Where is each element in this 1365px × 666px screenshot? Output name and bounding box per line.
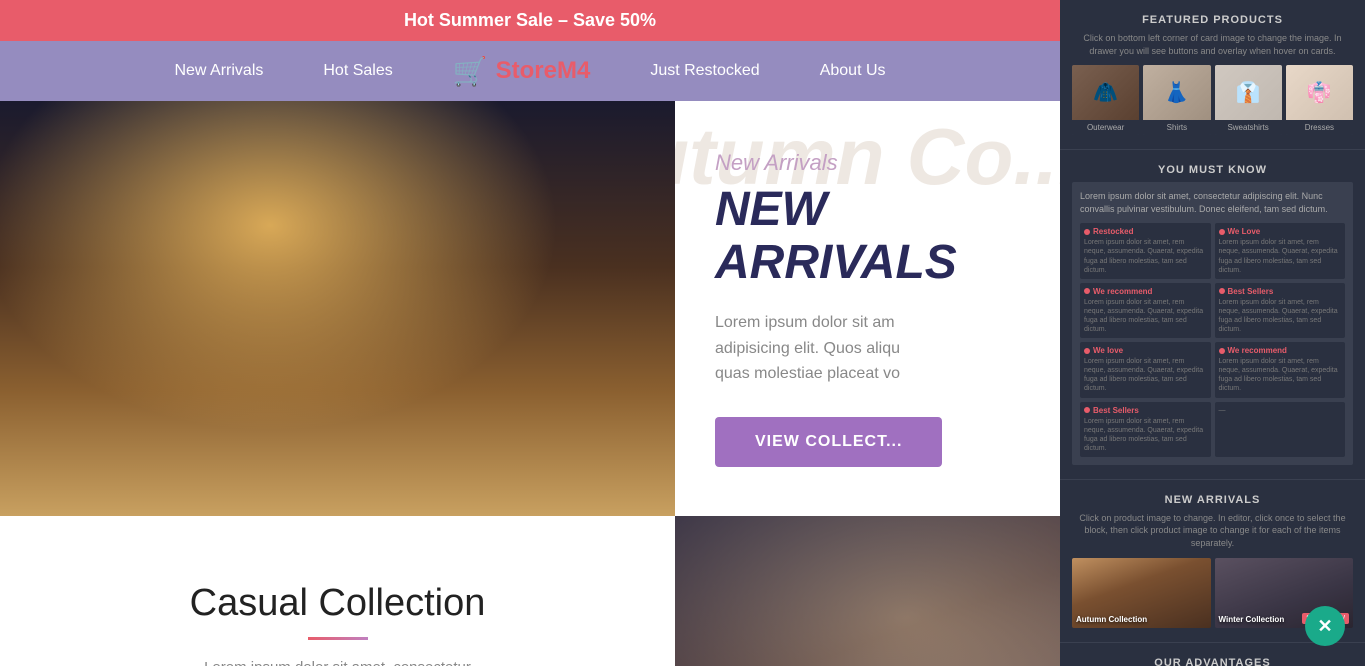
ymk-grid-2: We love Lorem ipsum dolor sit amet, rem … <box>1080 342 1345 457</box>
right-panel[interactable]: FEATURED PRODUCTS Click on bottom left c… <box>1060 0 1365 666</box>
cart-icon: 🛒 <box>453 55 488 88</box>
navbar: New Arrivals Hot Sales 🛒 StoreM4 Just Re… <box>0 41 1060 101</box>
nav-hot-sales[interactable]: Hot Sales <box>323 62 392 80</box>
casual-image-overlay <box>675 516 1060 666</box>
ymk-we-recommend: We recommend Lorem ipsum dolor sit amet,… <box>1080 283 1211 338</box>
ymk-restocked: Restocked Lorem ipsum dolor sit amet, re… <box>1080 223 1211 278</box>
casual-divider <box>308 637 368 640</box>
our-advantages-title: OUR ADVANTAGES <box>1072 657 1353 666</box>
hero-content: Autumn Co... New Arrivals NEWARRIVALS Lo… <box>675 101 1060 516</box>
view-collection-button[interactable]: VIEW COLLECT... <box>715 417 942 467</box>
casual-title: Casual Collection <box>190 582 486 625</box>
featured-products-subtitle: Click on bottom left corner of card imag… <box>1072 32 1353 57</box>
bottom-section: Casual Collection Lorem ipsum dolor sit … <box>0 516 1060 666</box>
you-must-know-section: YOU MUST KNOW Lorem ipsum dolor sit amet… <box>1060 150 1365 480</box>
ymk-we-recommend-2: We recommend Lorem ipsum dolor sit amet,… <box>1215 342 1346 397</box>
hero-person-bg <box>0 101 675 516</box>
ymk-header-text: Lorem ipsum dolor sit amet, consectetur … <box>1080 190 1345 215</box>
navbar-links: New Arrivals Hot Sales 🛒 StoreM4 Just Re… <box>174 55 885 88</box>
ymk-we-love: We Love Lorem ipsum dolor sit amet, rem … <box>1215 223 1346 278</box>
nav-logo[interactable]: 🛒 StoreM4 <box>453 55 591 88</box>
logo-text: StoreM4 <box>496 57 591 85</box>
featured-products-title: FEATURED PRODUCTS <box>1072 14 1353 26</box>
casual-description: Lorem ipsum dolor sit amet, consectetur … <box>186 656 489 666</box>
na-winter-label: Winter Collection <box>1219 615 1285 624</box>
new-arrivals-title: NEW ARRIVALS <box>1072 494 1353 506</box>
ymk-content: Lorem ipsum dolor sit amet, consectetur … <box>1072 182 1353 465</box>
promo-banner[interactable]: Hot Summer Sale – Save 50% <box>0 0 1060 41</box>
hero-image <box>0 101 675 516</box>
ymk-grid: Restocked Lorem ipsum dolor sit amet, re… <box>1080 223 1345 338</box>
hero-tagline: New Arrivals <box>715 150 838 176</box>
hero-subtitle: NEWARRIVALS <box>715 184 957 290</box>
hero-section: Autumn Co... New Arrivals NEWARRIVALS Lo… <box>0 101 1060 516</box>
casual-image <box>675 516 1060 666</box>
na-autumn[interactable]: Autumn Collection <box>1072 558 1211 628</box>
new-arrivals-subtitle: Click on product image to change. In edi… <box>1072 512 1353 550</box>
nav-about-us[interactable]: About Us <box>820 62 886 80</box>
fp-label-shirts: Shirts <box>1143 120 1210 135</box>
ymk-placeholder: — <box>1215 402 1346 457</box>
fp-label-sweatshirts: Sweatshirts <box>1215 120 1282 135</box>
fp-item-sweatshirts[interactable]: 👔 Sweatshirts <box>1215 65 1282 135</box>
fp-label-dresses: Dresses <box>1286 120 1353 135</box>
nav-new-arrivals[interactable]: New Arrivals <box>174 62 263 80</box>
featured-products-grid: 🧥 Outerwear 👗 Shirts 👔 Sweatshirts 👘 <box>1072 65 1353 135</box>
fp-item-dresses[interactable]: 👘 Dresses <box>1286 65 1353 135</box>
ymk-we-love-2: We love Lorem ipsum dolor sit amet, rem … <box>1080 342 1211 397</box>
promo-text: Hot Summer Sale – Save 50% <box>404 10 656 30</box>
casual-collection-info: Casual Collection Lorem ipsum dolor sit … <box>0 516 675 666</box>
nav-just-restocked[interactable]: Just Restocked <box>650 62 759 80</box>
close-button[interactable]: ✕ <box>1305 606 1345 646</box>
fp-label-outerwear: Outerwear <box>1072 120 1139 135</box>
na-autumn-label: Autumn Collection <box>1076 615 1147 624</box>
fp-item-shirts[interactable]: 👗 Shirts <box>1143 65 1210 135</box>
you-must-know-title: YOU MUST KNOW <box>1072 164 1353 176</box>
hero-description: Lorem ipsum dolor sit am adipisicing eli… <box>715 310 900 387</box>
featured-products-section: FEATURED PRODUCTS Click on bottom left c… <box>1060 0 1365 150</box>
our-advantages-section: OUR ADVANTAGES 🚚 Fast & FreeShipping ♡ W… <box>1060 643 1365 666</box>
fp-item-outerwear[interactable]: 🧥 Outerwear <box>1072 65 1139 135</box>
ymk-best-sellers: Best Sellers Lorem ipsum dolor sit amet,… <box>1215 283 1346 338</box>
ymk-best-sellers-2: Best Sellers Lorem ipsum dolor sit amet,… <box>1080 402 1211 457</box>
main-content-area: Hot Summer Sale – Save 50% New Arrivals … <box>0 0 1060 666</box>
